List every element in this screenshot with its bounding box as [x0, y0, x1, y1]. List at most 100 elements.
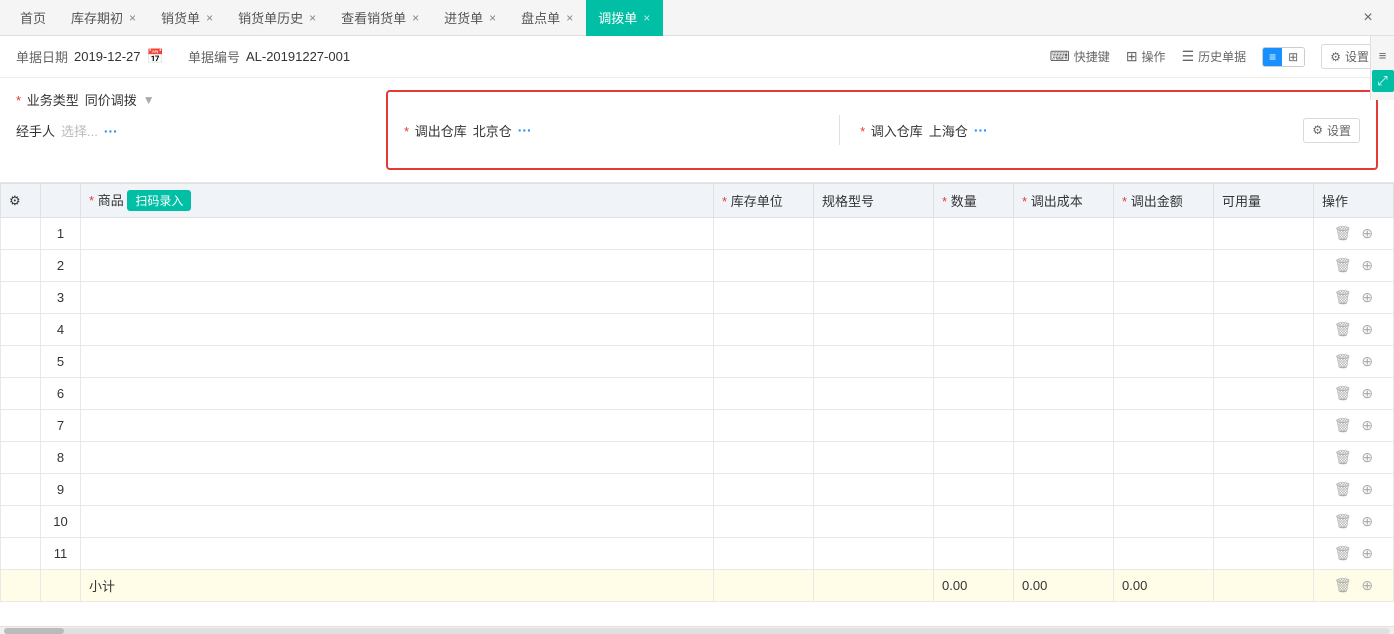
row-amount-11[interactable]: [1114, 538, 1214, 570]
contact-more-button[interactable]: ···: [104, 123, 118, 139]
delete-icon-2[interactable]: 🗑: [1334, 257, 1352, 273]
row-spec-7[interactable]: [814, 410, 934, 442]
row-qty-11[interactable]: [934, 538, 1014, 570]
row-spec-3[interactable]: [814, 282, 934, 314]
col-header-settings[interactable]: ⚙: [1, 184, 41, 218]
copy-icon-6[interactable]: ⊕: [1361, 385, 1373, 401]
row-spec-2[interactable]: [814, 250, 934, 282]
side-list-icon[interactable]: ≡: [1372, 44, 1394, 66]
copy-icon-8[interactable]: ⊕: [1361, 449, 1373, 465]
row-unit-2[interactable]: [714, 250, 814, 282]
row-avail-9[interactable]: [1214, 474, 1314, 506]
tab-close-view-sales[interactable]: ×: [412, 11, 419, 25]
tab-inventory-init[interactable]: 库存期初 ×: [59, 0, 149, 36]
row-cost-5[interactable]: [1014, 346, 1114, 378]
delete-icon-5[interactable]: 🗑: [1334, 353, 1352, 369]
copy-icon-5[interactable]: ⊕: [1361, 353, 1373, 369]
row-cost-6[interactable]: [1014, 378, 1114, 410]
row-goods-7[interactable]: [81, 410, 714, 442]
row-unit-4[interactable]: [714, 314, 814, 346]
row-avail-10[interactable]: [1214, 506, 1314, 538]
warehouse-settings-button[interactable]: ⚙ 设置: [1303, 118, 1360, 143]
copy-icon-3[interactable]: ⊕: [1361, 289, 1373, 305]
row-qty-9[interactable]: [934, 474, 1014, 506]
row-amount-2[interactable]: [1114, 250, 1214, 282]
row-spec-1[interactable]: [814, 218, 934, 250]
operations-button[interactable]: ⊞ 操作: [1126, 48, 1166, 65]
row-goods-11[interactable]: [81, 538, 714, 570]
delete-icon-7[interactable]: 🗑: [1334, 417, 1352, 433]
side-expand-icon[interactable]: ⤢: [1372, 70, 1394, 92]
row-unit-9[interactable]: [714, 474, 814, 506]
row-spec-9[interactable]: [814, 474, 934, 506]
tab-inventory-count[interactable]: 盘点单 ×: [509, 0, 586, 36]
row-cost-1[interactable]: [1014, 218, 1114, 250]
row-unit-6[interactable]: [714, 378, 814, 410]
row-spec-5[interactable]: [814, 346, 934, 378]
tab-home[interactable]: 首页: [8, 0, 59, 36]
row-unit-3[interactable]: [714, 282, 814, 314]
row-amount-3[interactable]: [1114, 282, 1214, 314]
row-avail-8[interactable]: [1214, 442, 1314, 474]
row-avail-11[interactable]: [1214, 538, 1314, 570]
row-avail-3[interactable]: [1214, 282, 1314, 314]
row-spec-8[interactable]: [814, 442, 934, 474]
delete-icon-1[interactable]: 🗑: [1334, 225, 1352, 241]
tab-sales-history[interactable]: 销货单历史 ×: [226, 0, 329, 36]
row-cost-9[interactable]: [1014, 474, 1114, 506]
row-cost-4[interactable]: [1014, 314, 1114, 346]
delete-icon-6[interactable]: 🗑: [1334, 385, 1352, 401]
row-goods-6[interactable]: [81, 378, 714, 410]
row-cost-11[interactable]: [1014, 538, 1114, 570]
row-qty-6[interactable]: [934, 378, 1014, 410]
scrollbar-thumb[interactable]: [4, 628, 64, 634]
row-avail-7[interactable]: [1214, 410, 1314, 442]
row-goods-3[interactable]: [81, 282, 714, 314]
row-spec-4[interactable]: [814, 314, 934, 346]
row-avail-2[interactable]: [1214, 250, 1314, 282]
row-amount-1[interactable]: [1114, 218, 1214, 250]
delete-icon-10[interactable]: 🗑: [1334, 513, 1352, 529]
row-avail-6[interactable]: [1214, 378, 1314, 410]
row-amount-9[interactable]: [1114, 474, 1214, 506]
row-avail-1[interactable]: [1214, 218, 1314, 250]
row-unit-5[interactable]: [714, 346, 814, 378]
tab-close-purchase[interactable]: ×: [489, 11, 496, 25]
subtotal-delete-icon[interactable]: 🗑: [1334, 577, 1352, 593]
row-qty-5[interactable]: [934, 346, 1014, 378]
delete-icon-9[interactable]: 🗑: [1334, 481, 1352, 497]
tab-purchase[interactable]: 进货单 ×: [432, 0, 509, 36]
row-unit-8[interactable]: [714, 442, 814, 474]
row-cost-3[interactable]: [1014, 282, 1114, 314]
history-button[interactable]: ☰ 历史单据: [1182, 48, 1247, 65]
row-amount-7[interactable]: [1114, 410, 1214, 442]
delete-icon-11[interactable]: 🗑: [1334, 545, 1352, 561]
shortcuts-button[interactable]: ⌨ 快捷键: [1050, 48, 1110, 65]
row-avail-4[interactable]: [1214, 314, 1314, 346]
row-qty-10[interactable]: [934, 506, 1014, 538]
row-goods-4[interactable]: [81, 314, 714, 346]
row-cost-8[interactable]: [1014, 442, 1114, 474]
row-qty-3[interactable]: [934, 282, 1014, 314]
row-qty-2[interactable]: [934, 250, 1014, 282]
transfer-in-more-button[interactable]: ···: [974, 122, 988, 138]
tab-sales-order[interactable]: 销货单 ×: [149, 0, 226, 36]
copy-icon-7[interactable]: ⊕: [1361, 417, 1373, 433]
tab-close-inventory-count[interactable]: ×: [566, 11, 573, 25]
tab-close-transfer[interactable]: ×: [643, 11, 650, 25]
row-avail-5[interactable]: [1214, 346, 1314, 378]
row-goods-9[interactable]: [81, 474, 714, 506]
row-spec-10[interactable]: [814, 506, 934, 538]
row-goods-8[interactable]: [81, 442, 714, 474]
tab-close-sales-history[interactable]: ×: [309, 11, 316, 25]
delete-icon-4[interactable]: 🗑: [1334, 321, 1352, 337]
horizontal-scrollbar[interactable]: [0, 626, 1394, 634]
biz-type-select[interactable]: 同价调拨 ▼: [85, 90, 245, 109]
row-goods-1[interactable]: [81, 218, 714, 250]
row-cost-7[interactable]: [1014, 410, 1114, 442]
view-list-button[interactable]: ≡: [1263, 48, 1282, 66]
row-amount-6[interactable]: [1114, 378, 1214, 410]
row-unit-7[interactable]: [714, 410, 814, 442]
row-unit-11[interactable]: [714, 538, 814, 570]
row-amount-8[interactable]: [1114, 442, 1214, 474]
